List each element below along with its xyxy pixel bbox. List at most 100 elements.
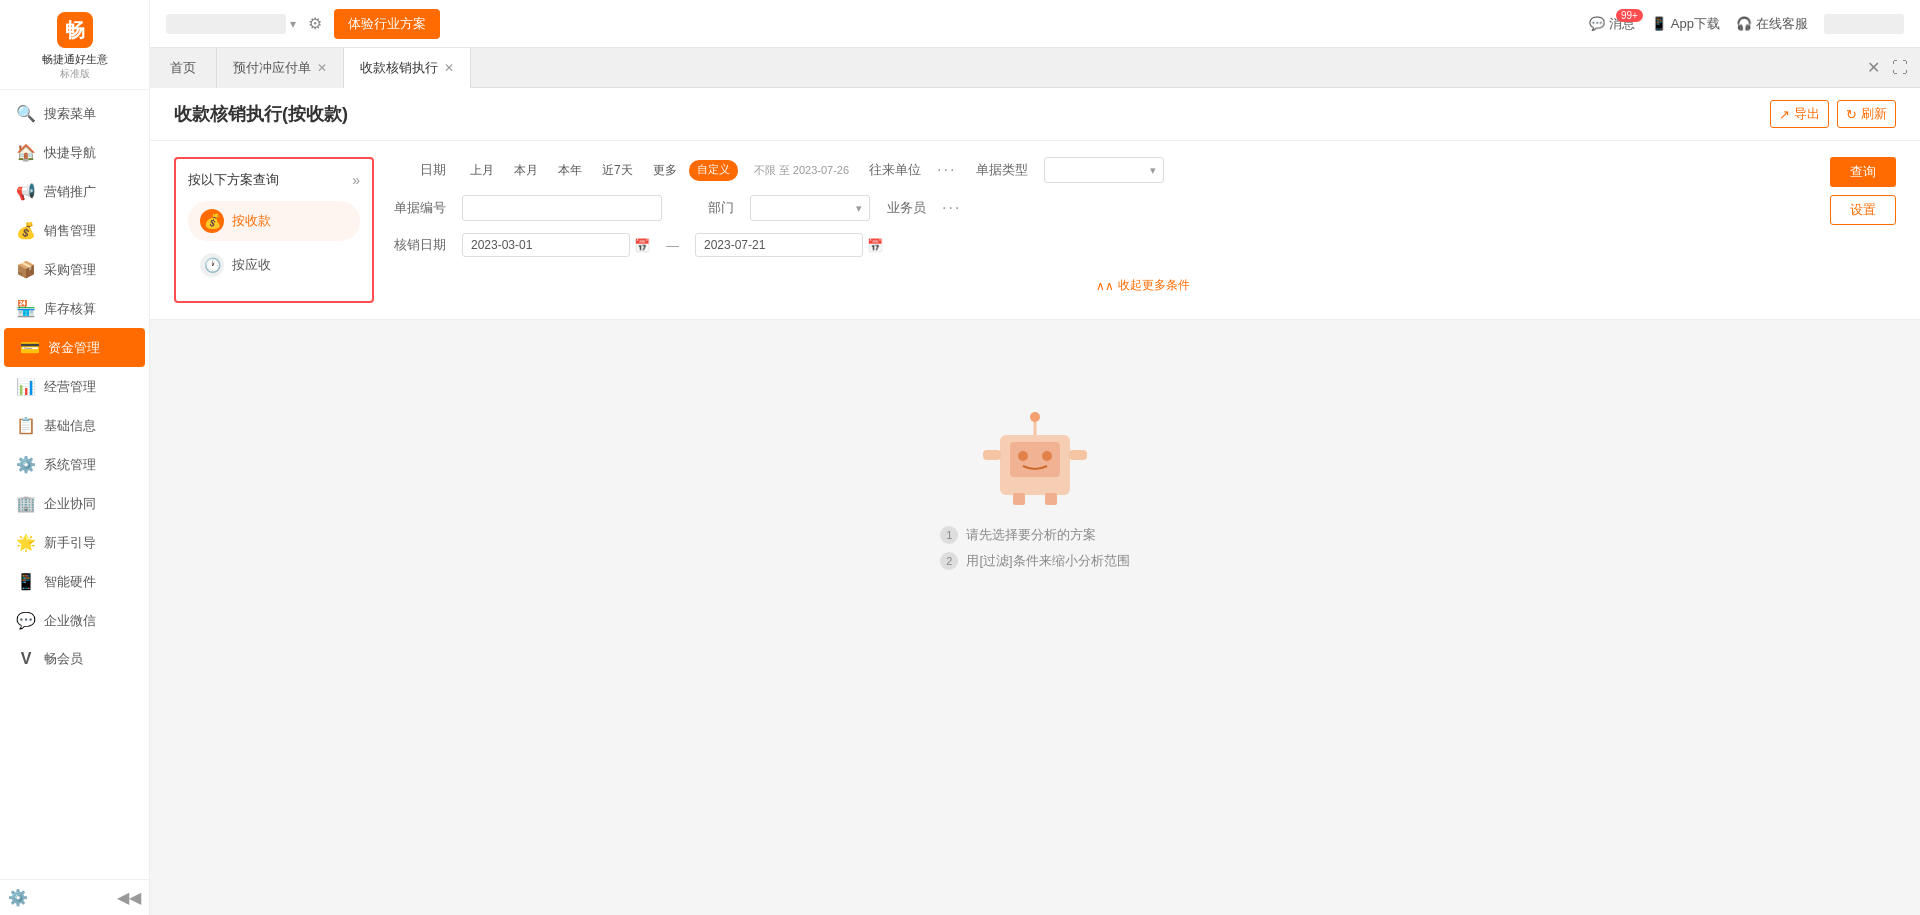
- sidebar-item-basic-info[interactable]: 📋 基础信息: [0, 406, 149, 445]
- verify-date-from-input[interactable]: [462, 233, 630, 257]
- filter-row-1: 日期 上月 本月 本年 近7天 更多 自定义: [390, 157, 1814, 183]
- date-btn-last-month[interactable]: 上月: [462, 160, 502, 181]
- doc-type-select[interactable]: [1044, 157, 1164, 183]
- svg-rect-8: [983, 450, 1001, 460]
- app-download-button[interactable]: 📱 App下载: [1651, 15, 1720, 33]
- topbar-brand: ▾: [166, 14, 296, 34]
- doc-no-input[interactable]: [462, 195, 662, 221]
- empty-illustration: [975, 400, 1095, 510]
- filter-right-buttons: 查询 设置: [1814, 157, 1896, 225]
- home-icon: 🏠: [16, 143, 36, 162]
- phone-icon: 📱: [16, 572, 36, 591]
- date-custom-badge[interactable]: 自定义: [689, 160, 738, 181]
- date-btn-7days[interactable]: 近7天: [594, 160, 641, 181]
- gear-icon[interactable]: ⚙: [308, 14, 322, 33]
- filter-sidebar: 按以下方案查询 » 💰 按收款 🕐 按应收: [174, 157, 374, 303]
- sidebar-item-marketing[interactable]: 📢 营销推广: [0, 172, 149, 211]
- topbar: ▾ ⚙ 体验行业方案 💬 消息 99+ 📱 App下载 🎧 在线客服: [150, 0, 1920, 48]
- user-info: [1824, 14, 1904, 34]
- sidebar-item-quick-nav[interactable]: 🏠 快捷导航: [0, 133, 149, 172]
- refresh-button[interactable]: ↻ 刷新: [1837, 100, 1896, 128]
- sidebar-item-business[interactable]: 📊 经营管理: [0, 367, 149, 406]
- sidebar-item-inventory[interactable]: 🏪 库存核算: [0, 289, 149, 328]
- sidebar-item-sales[interactable]: 💰 销售管理: [0, 211, 149, 250]
- sidebar-nav: 🔍 搜索菜单 🏠 快捷导航 📢 营销推广 💰 销售管理 📦 采购管理 🏪 库存核…: [0, 90, 149, 879]
- collapse-more-btn[interactable]: ∧∧ 收起更多条件: [390, 277, 1896, 294]
- date-quick-btns: 上月 本月 本年 近7天 更多 自定义: [462, 160, 738, 181]
- building-icon: 🏢: [16, 494, 36, 513]
- empty-state: 1 请先选择要分析的方案 2 用[过滤]条件来缩小分析范围: [150, 320, 1920, 650]
- filter-sidebar-title: 按以下方案查询: [188, 171, 279, 189]
- megaphone-icon: 📢: [16, 182, 36, 201]
- solution-button[interactable]: 体验行业方案: [334, 9, 440, 39]
- store-icon: 🏪: [16, 299, 36, 318]
- refresh-icon: ↻: [1846, 107, 1857, 122]
- svg-rect-7: [1045, 493, 1057, 505]
- sidebar-item-search[interactable]: 🔍 搜索菜单: [0, 94, 149, 133]
- clock-icon: 🕐: [200, 253, 224, 277]
- vip-icon: V: [16, 650, 36, 668]
- filter-fields: 日期 上月 本月 本年 近7天 更多 自定义: [390, 157, 1814, 269]
- tabbar: 首页 预付冲应付单 ✕ 收款核销执行 ✕ ✕ ⛶: [150, 48, 1920, 88]
- svg-rect-1: [1010, 442, 1060, 477]
- tab-collection[interactable]: 收款核销执行 ✕: [344, 48, 471, 88]
- date-btn-this-year[interactable]: 本年: [550, 160, 590, 181]
- step-2-icon: 2: [940, 552, 958, 570]
- svg-point-5: [1030, 412, 1040, 422]
- filter-option-by-receivable[interactable]: 🕐 按应收: [188, 245, 360, 285]
- doc-no-label: 单据编号: [390, 199, 446, 217]
- tab-home[interactable]: 首页: [150, 48, 217, 88]
- empty-svg: [975, 400, 1095, 510]
- content-area: 收款核销执行(按收款) ↗ 导出 ↻ 刷新 按以下方案: [150, 88, 1920, 915]
- sidebar-item-wechat[interactable]: 💬 企业微信: [0, 601, 149, 640]
- calendar-from-icon[interactable]: 📅: [634, 238, 650, 253]
- tab-prepay-close-icon[interactable]: ✕: [317, 61, 327, 75]
- settings-bottom-icon[interactable]: ⚙️: [8, 888, 28, 907]
- empty-text: 1 请先选择要分析的方案 2 用[过滤]条件来缩小分析范围: [940, 526, 1129, 570]
- sidebar-item-smart-hw[interactable]: 📱 智能硬件: [0, 562, 149, 601]
- tab-collection-close-icon[interactable]: ✕: [444, 61, 454, 75]
- salesman-dots[interactable]: ···: [942, 199, 961, 217]
- page-header: 收款核销执行(按收款) ↗ 导出 ↻ 刷新: [150, 88, 1920, 141]
- page-title: 收款核销执行(按收款): [174, 102, 348, 126]
- close-tab-icon[interactable]: ✕: [1863, 54, 1884, 81]
- dept-select[interactable]: [750, 195, 870, 221]
- sidebar-item-finance[interactable]: 💳 资金管理: [4, 328, 145, 367]
- sidebar-item-purchase[interactable]: 📦 采购管理: [0, 250, 149, 289]
- sidebar-item-guide[interactable]: 🌟 新手引导: [0, 523, 149, 562]
- export-button[interactable]: ↗ 导出: [1770, 100, 1829, 128]
- chat-icon: 💬: [16, 611, 36, 630]
- date-label: 日期: [390, 161, 446, 179]
- card-icon: 💳: [20, 338, 40, 357]
- list-icon: 📋: [16, 416, 36, 435]
- salesman-label: 业务员: [886, 199, 926, 217]
- logo-icon: 畅: [57, 12, 93, 48]
- partner-dots[interactable]: ···: [937, 161, 956, 179]
- filter-option-by-receipt[interactable]: 💰 按收款: [188, 201, 360, 241]
- tab-prepay[interactable]: 预付冲应付单 ✕: [217, 48, 344, 88]
- headset-icon: 🎧: [1736, 16, 1752, 31]
- svg-rect-6: [1013, 493, 1025, 505]
- verify-date-to-input[interactable]: [695, 233, 863, 257]
- service-button[interactable]: 🎧 在线客服: [1736, 15, 1808, 33]
- chart-icon: 📊: [16, 377, 36, 396]
- main-area: ▾ ⚙ 体验行业方案 💬 消息 99+ 📱 App下载 🎧 在线客服 首页: [150, 0, 1920, 915]
- date-btn-more[interactable]: 更多: [645, 160, 685, 181]
- query-button[interactable]: 查询: [1830, 157, 1896, 187]
- sidebar-item-enterprise[interactable]: 🏢 企业协同: [0, 484, 149, 523]
- filter-sidebar-collapse-icon[interactable]: »: [352, 172, 360, 188]
- collapse-sidebar-icon[interactable]: ◀◀: [117, 888, 141, 907]
- verify-date-to-wrap: 📅: [695, 233, 883, 257]
- date-hint: 不限 至 2023-07-26: [754, 163, 849, 178]
- sidebar-item-system[interactable]: ⚙️ 系统管理: [0, 445, 149, 484]
- brand-chevron-icon[interactable]: ▾: [290, 17, 296, 31]
- verify-date-from-wrap: 📅: [462, 233, 650, 257]
- sidebar-item-vip[interactable]: V 畅会员: [0, 640, 149, 678]
- expand-tab-icon[interactable]: ⛶: [1888, 55, 1912, 81]
- date-btn-this-month[interactable]: 本月: [506, 160, 546, 181]
- calendar-to-icon[interactable]: 📅: [867, 238, 883, 253]
- step-1-icon: 1: [940, 526, 958, 544]
- message-button[interactable]: 💬 消息 99+: [1589, 15, 1635, 33]
- settings-button[interactable]: 设置: [1830, 195, 1896, 225]
- export-icon: ↗: [1779, 107, 1790, 122]
